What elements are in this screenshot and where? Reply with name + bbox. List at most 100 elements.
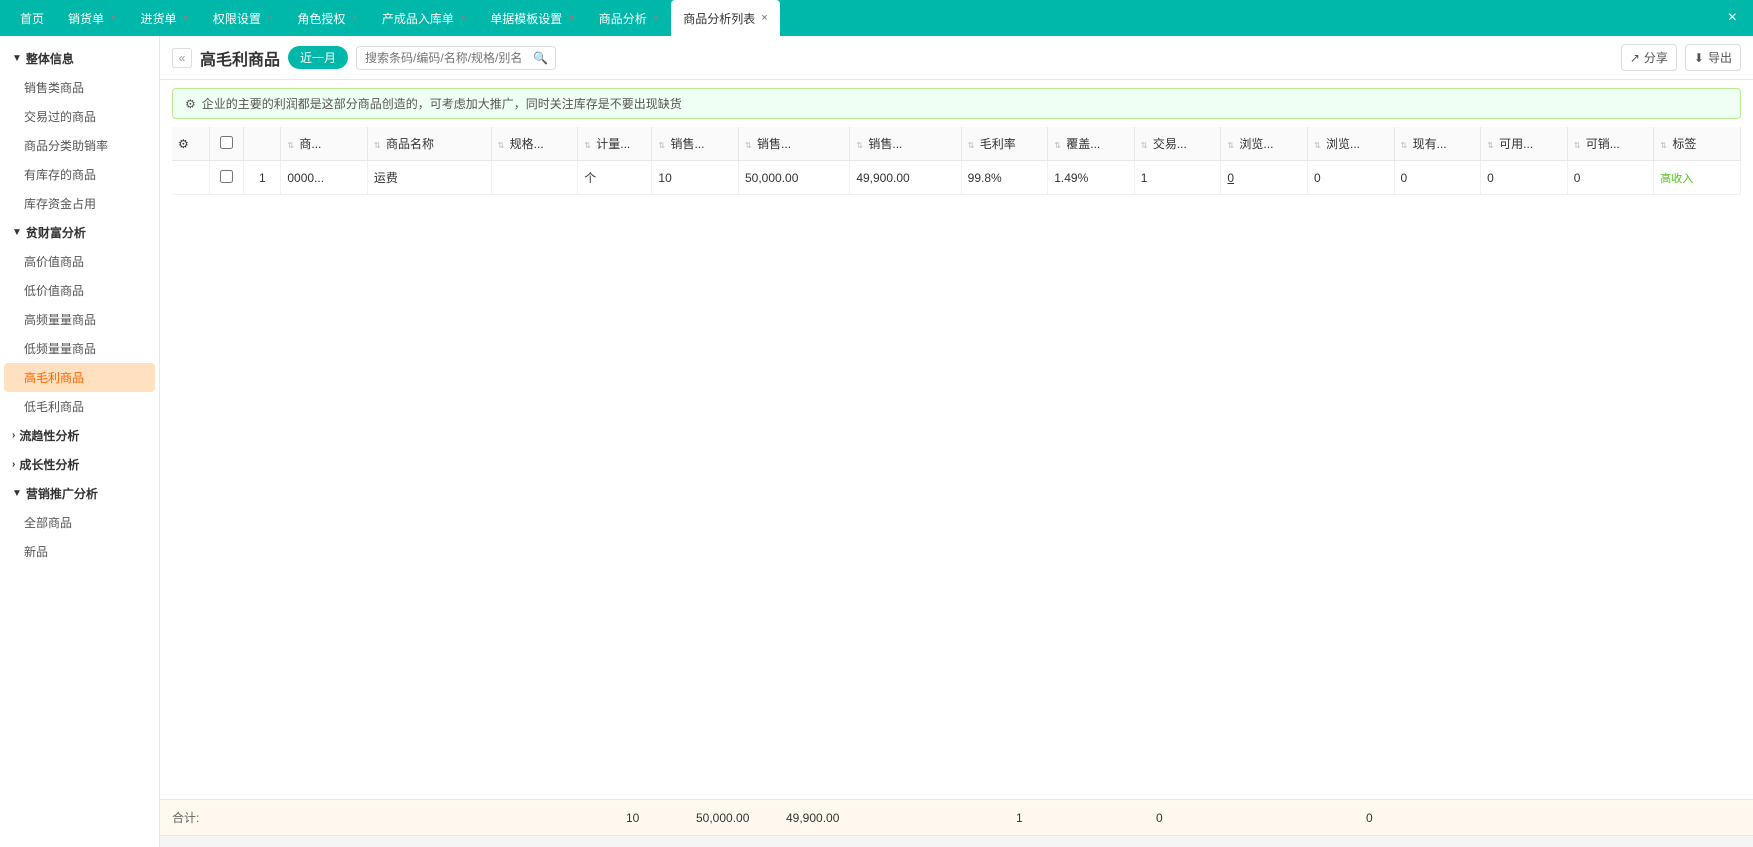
sidebar-group-wealth[interactable]: ▼ 贫财富分析	[0, 218, 159, 247]
cell-settings	[172, 161, 209, 195]
footer-stock2	[1290, 811, 1360, 825]
search-input[interactable]	[356, 46, 556, 70]
close-sales-tab[interactable]: ×	[110, 12, 116, 24]
collapse-sidebar-button[interactable]: «	[172, 48, 192, 68]
sort-sellable-icon[interactable]: ⇅	[1574, 141, 1581, 150]
table-footer: 合计: 10 50,000.00 49,900.00 1 0 0	[160, 799, 1753, 835]
th-unit[interactable]: ⇅ 计量...	[578, 127, 652, 161]
th-spec[interactable]: ⇅ 规格...	[491, 127, 578, 161]
th-coverage[interactable]: ⇅ 覆盖...	[1048, 127, 1135, 161]
sort-unit-icon[interactable]: ⇅	[584, 141, 591, 150]
close-roles-tab[interactable]: ×	[351, 12, 357, 24]
sort-stock1-icon[interactable]: ⇅	[1401, 141, 1408, 150]
footer-coverage	[940, 811, 1010, 825]
sort-tag-icon[interactable]: ⇅	[1660, 141, 1667, 150]
cell-sellable: 0	[1567, 161, 1654, 195]
sort-sales-cost-icon[interactable]: ⇅	[856, 141, 863, 150]
sidebar-item-high-margin[interactable]: 高毛利商品	[4, 363, 155, 392]
row-checkbox[interactable]	[220, 170, 233, 183]
th-sales-amt[interactable]: ⇅ 销售...	[738, 127, 849, 161]
cell-rownum: 1	[244, 161, 281, 195]
th-browse1[interactable]: ⇅ 浏览...	[1221, 127, 1308, 161]
th-tag[interactable]: ⇅ 标签	[1654, 127, 1741, 161]
footer-sales-cost: 49,900.00	[780, 811, 870, 825]
sort-name-icon[interactable]: ⇅	[374, 141, 381, 150]
close-template-tab[interactable]: ×	[568, 12, 574, 24]
top-navigation: 首页 销货单 × 进货单 × 权限设置 × 角色授权 × 产成品入库单 × 单据…	[0, 0, 1753, 36]
cell-browse1[interactable]: 0	[1221, 161, 1308, 195]
footer-trade: 1	[1010, 811, 1080, 825]
cell-tag: 高收入	[1654, 161, 1741, 195]
sidebar-item-new-goods[interactable]: 新品	[0, 537, 159, 566]
sort-stock2-icon[interactable]: ⇅	[1487, 141, 1494, 150]
cell-stock2: 0	[1481, 161, 1568, 195]
th-browse2[interactable]: ⇅ 浏览...	[1307, 127, 1394, 161]
table-wrapper[interactable]: ⚙ ⇅ 商... ⇅ 商品名称	[160, 127, 1753, 799]
sort-browse1-icon[interactable]: ⇅	[1227, 141, 1234, 150]
period-filter-button[interactable]: 近一月	[288, 46, 348, 69]
th-sales-qty[interactable]: ⇅ 销售...	[652, 127, 739, 161]
sidebar-item-analysis-rate[interactable]: 商品分类助销率	[0, 131, 159, 160]
tab-purchase[interactable]: 进货单 ×	[128, 0, 200, 36]
close-products-tab[interactable]: ×	[460, 12, 466, 24]
th-settings[interactable]: ⚙	[172, 127, 209, 161]
sidebar-item-stock-ratio[interactable]: 库存资金占用	[0, 189, 159, 218]
close-permissions-tab[interactable]: ×	[267, 12, 273, 24]
arrow-marketing: ▼	[12, 488, 22, 499]
sidebar-item-high-freq[interactable]: 高频量量商品	[0, 305, 159, 334]
sort-coverage-icon[interactable]: ⇅	[1054, 141, 1061, 150]
sidebar-item-low-value[interactable]: 低价值商品	[0, 276, 159, 305]
close-analysis-list-tab[interactable]: ×	[761, 12, 767, 24]
tab-permissions[interactable]: 权限设置 ×	[201, 0, 285, 36]
th-sellable[interactable]: ⇅ 可销...	[1567, 127, 1654, 161]
th-stock1[interactable]: ⇅ 现有...	[1394, 127, 1481, 161]
sidebar-item-low-freq[interactable]: 低频量量商品	[0, 334, 159, 363]
sidebar-item-all-goods[interactable]: 全部商品	[0, 508, 159, 537]
sort-code-icon[interactable]: ⇅	[287, 141, 294, 150]
th-name[interactable]: ⇅ 商品名称	[367, 127, 491, 161]
sidebar-item-sales-goods[interactable]: 销售类商品	[0, 73, 159, 102]
th-checkbox	[209, 127, 244, 161]
sort-sales-qty-icon[interactable]: ⇅	[658, 141, 665, 150]
sort-trade-icon[interactable]: ⇅	[1141, 141, 1148, 150]
cell-sales-qty: 10	[652, 161, 739, 195]
cell-unit: 个	[578, 161, 652, 195]
footer-sales-qty: 10	[620, 811, 690, 825]
search-icon[interactable]: 🔍	[533, 51, 548, 65]
tab-sales[interactable]: 销货单 ×	[56, 0, 128, 36]
select-all-checkbox[interactable]	[220, 136, 233, 149]
th-sales-cost[interactable]: ⇅ 销售...	[850, 127, 961, 161]
sidebar-item-in-stock[interactable]: 有库存的商品	[0, 160, 159, 189]
sort-margin-icon[interactable]: ⇅	[968, 141, 975, 150]
cell-name[interactable]: 运费	[367, 161, 491, 195]
sidebar-item-high-value[interactable]: 高价值商品	[0, 247, 159, 276]
tab-home[interactable]: 首页	[8, 0, 56, 36]
close-all-tabs[interactable]: ×	[1720, 9, 1745, 27]
tab-products[interactable]: 产成品入库单 ×	[370, 0, 478, 36]
sidebar-group-overall[interactable]: ▼ 整体信息	[0, 44, 159, 73]
sidebar-item-traded-goods[interactable]: 交易过的商品	[0, 102, 159, 131]
sidebar-group-marketing[interactable]: ▼ 营销推广分析	[0, 479, 159, 508]
th-code[interactable]: ⇅ 商...	[281, 127, 368, 161]
cell-margin-rate: 99.8%	[961, 161, 1048, 195]
share-button[interactable]: ↗ 分享	[1621, 44, 1677, 71]
sidebar-group-growth[interactable]: › 成长性分析	[0, 450, 159, 479]
th-stock2[interactable]: ⇅ 可用...	[1481, 127, 1568, 161]
th-margin-rate[interactable]: ⇅ 毛利率	[961, 127, 1048, 161]
tab-roles[interactable]: 角色授权 ×	[285, 0, 369, 36]
sort-browse2-icon[interactable]: ⇅	[1314, 141, 1321, 150]
tab-analysis-list[interactable]: 商品分析列表 ×	[671, 0, 779, 36]
product-table: ⚙ ⇅ 商... ⇅ 商品名称	[172, 127, 1741, 195]
close-analysis-tab[interactable]: ×	[653, 12, 659, 24]
export-button[interactable]: ⬇ 导出	[1685, 44, 1741, 71]
sidebar-group-trend[interactable]: › 流趋性分析	[0, 421, 159, 450]
sort-sales-amt-icon[interactable]: ⇅	[745, 141, 752, 150]
horizontal-scrollbar[interactable]	[160, 835, 1753, 847]
cell-checkbox[interactable]	[209, 161, 244, 195]
close-purchase-tab[interactable]: ×	[182, 12, 188, 24]
tab-analysis[interactable]: 商品分析 ×	[587, 0, 671, 36]
sidebar-item-low-margin[interactable]: 低毛利商品	[0, 392, 159, 421]
tab-template[interactable]: 单据模板设置 ×	[478, 0, 586, 36]
th-trade[interactable]: ⇅ 交易...	[1134, 127, 1221, 161]
sort-spec-icon[interactable]: ⇅	[498, 141, 505, 150]
